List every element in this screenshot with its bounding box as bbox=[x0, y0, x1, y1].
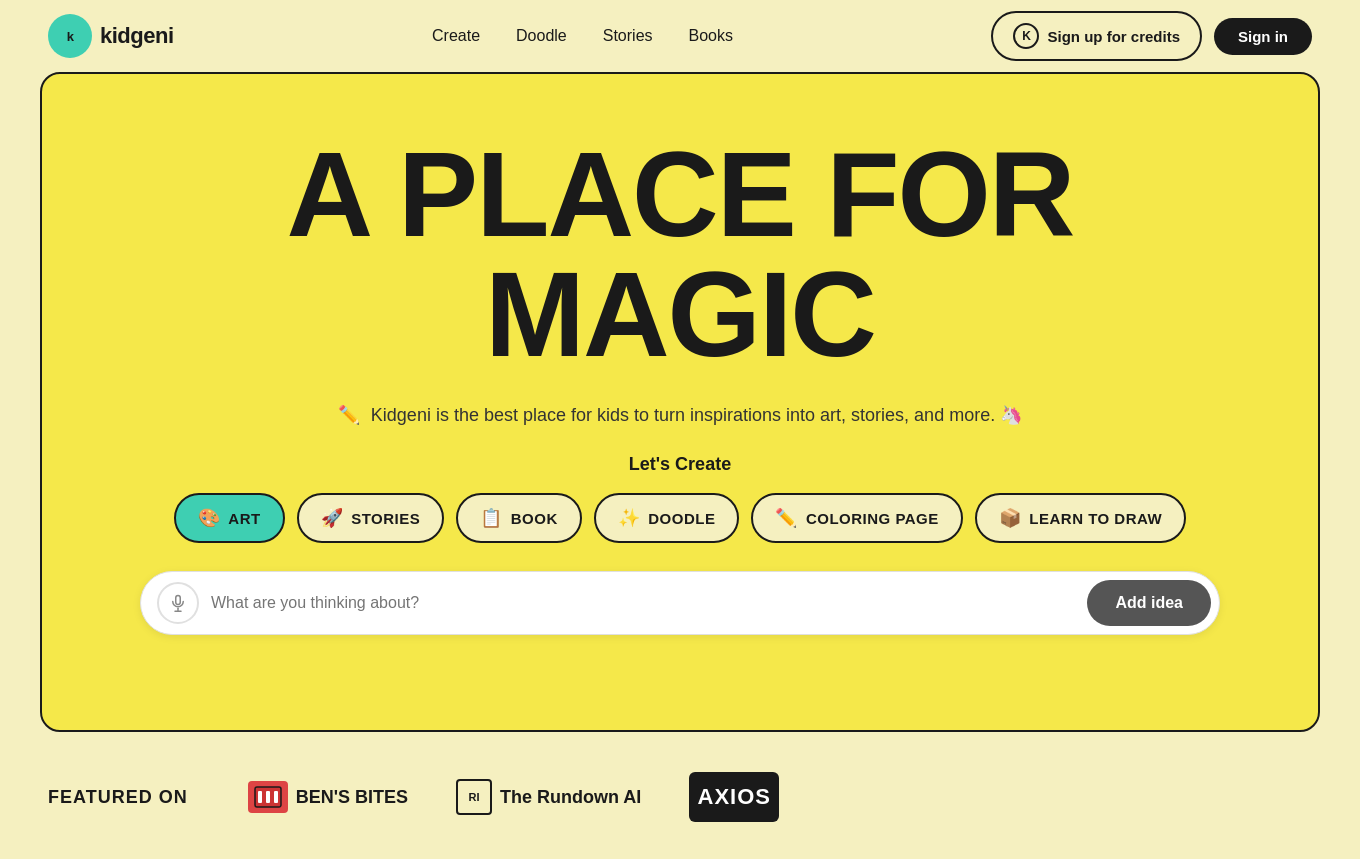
svg-rect-0 bbox=[176, 596, 181, 605]
nav-link-doodle[interactable]: Doodle bbox=[516, 27, 567, 44]
lets-create-label: Let's Create bbox=[629, 454, 731, 475]
nav-links: Create Doodle Stories Books bbox=[432, 27, 733, 45]
nav-actions: K Sign up for credits Sign in bbox=[991, 11, 1312, 61]
add-idea-button[interactable]: Add idea bbox=[1087, 580, 1211, 626]
tab-learn-label: LEARN TO DRAW bbox=[1029, 510, 1162, 527]
axios-text: AXIOS bbox=[698, 784, 771, 810]
tab-art[interactable]: 🎨 ART bbox=[174, 493, 285, 543]
bens-bites-text: BEN'S BITES bbox=[296, 787, 408, 808]
svg-rect-4 bbox=[258, 791, 262, 803]
tab-coloring-page[interactable]: ✏️ COLORING PAGE bbox=[751, 493, 962, 543]
tab-stories-label: STORIES bbox=[351, 510, 420, 527]
hero-title-line2: MAGIC bbox=[485, 247, 875, 381]
book-icon: 📋 bbox=[480, 507, 503, 529]
rundown-icon: RI bbox=[456, 779, 492, 815]
search-bar: Add idea bbox=[140, 571, 1220, 635]
nav-link-books[interactable]: Books bbox=[689, 27, 733, 44]
category-tabs: 🎨 ART 🚀 STORIES 📋 BOOK ✨ DOODLE ✏️ COLOR… bbox=[174, 493, 1186, 543]
navbar: k kidgeni Create Doodle Stories Books K … bbox=[0, 0, 1360, 72]
search-input[interactable] bbox=[211, 594, 1087, 612]
svg-rect-6 bbox=[274, 791, 278, 803]
svg-rect-5 bbox=[266, 791, 270, 803]
hero-card: A PLACE FOR MAGIC ✏️ Kidgeni is the best… bbox=[40, 72, 1320, 732]
logo[interactable]: k kidgeni bbox=[48, 14, 174, 58]
hero-title: A PLACE FOR MAGIC bbox=[287, 134, 1074, 374]
signin-button[interactable]: Sign in bbox=[1214, 18, 1312, 55]
nav-link-create[interactable]: Create bbox=[432, 27, 480, 44]
pencil-icon: ✏️ bbox=[338, 405, 360, 425]
bens-bites-logo: BEN'S BITES bbox=[248, 781, 408, 813]
mic-icon bbox=[169, 594, 187, 612]
hero-title-line1: A PLACE FOR bbox=[287, 127, 1074, 261]
nav-link-stories[interactable]: Stories bbox=[603, 27, 653, 44]
axios-logo: AXIOS bbox=[689, 772, 779, 822]
bens-bites-icon bbox=[248, 781, 288, 813]
signup-credits-button[interactable]: K Sign up for credits bbox=[991, 11, 1202, 61]
logo-circle: k bbox=[48, 14, 92, 58]
learn-icon: 📦 bbox=[999, 507, 1022, 529]
tab-coloring-label: COLORING PAGE bbox=[806, 510, 939, 527]
logo-initial: k bbox=[67, 29, 74, 44]
logo-text: kidgeni bbox=[100, 23, 174, 49]
rundown-ai-logo: RI The Rundown AI bbox=[456, 779, 641, 815]
featured-label: Featured On bbox=[48, 787, 188, 808]
tab-learn-to-draw[interactable]: 📦 LEARN TO DRAW bbox=[975, 493, 1186, 543]
tab-doodle[interactable]: ✨ DOODLE bbox=[594, 493, 740, 543]
tab-doodle-label: DOODLE bbox=[648, 510, 715, 527]
rundown-ai-text: The Rundown AI bbox=[500, 787, 641, 808]
doodle-icon: ✨ bbox=[618, 507, 641, 529]
k-badge-icon: K bbox=[1013, 23, 1039, 49]
tab-book-label: BOOK bbox=[511, 510, 558, 527]
tab-art-label: ART bbox=[228, 510, 260, 527]
mic-button[interactable] bbox=[157, 582, 199, 624]
tab-stories[interactable]: 🚀 STORIES bbox=[297, 493, 445, 543]
featured-logos: BEN'S BITES RI The Rundown AI AXIOS bbox=[248, 772, 780, 822]
hero-subtitle-text: Kidgeni is the best place for kids to tu… bbox=[371, 405, 1022, 425]
art-icon: 🎨 bbox=[198, 507, 221, 529]
coloring-icon: ✏️ bbox=[775, 507, 798, 529]
hero-subtitle: ✏️ Kidgeni is the best place for kids to… bbox=[338, 404, 1022, 426]
credits-label: Sign up for credits bbox=[1047, 28, 1180, 45]
featured-section: Featured On BEN'S BITES RI The Rundown A… bbox=[0, 732, 1360, 842]
tab-book[interactable]: 📋 BOOK bbox=[456, 493, 582, 543]
stories-icon: 🚀 bbox=[321, 507, 344, 529]
